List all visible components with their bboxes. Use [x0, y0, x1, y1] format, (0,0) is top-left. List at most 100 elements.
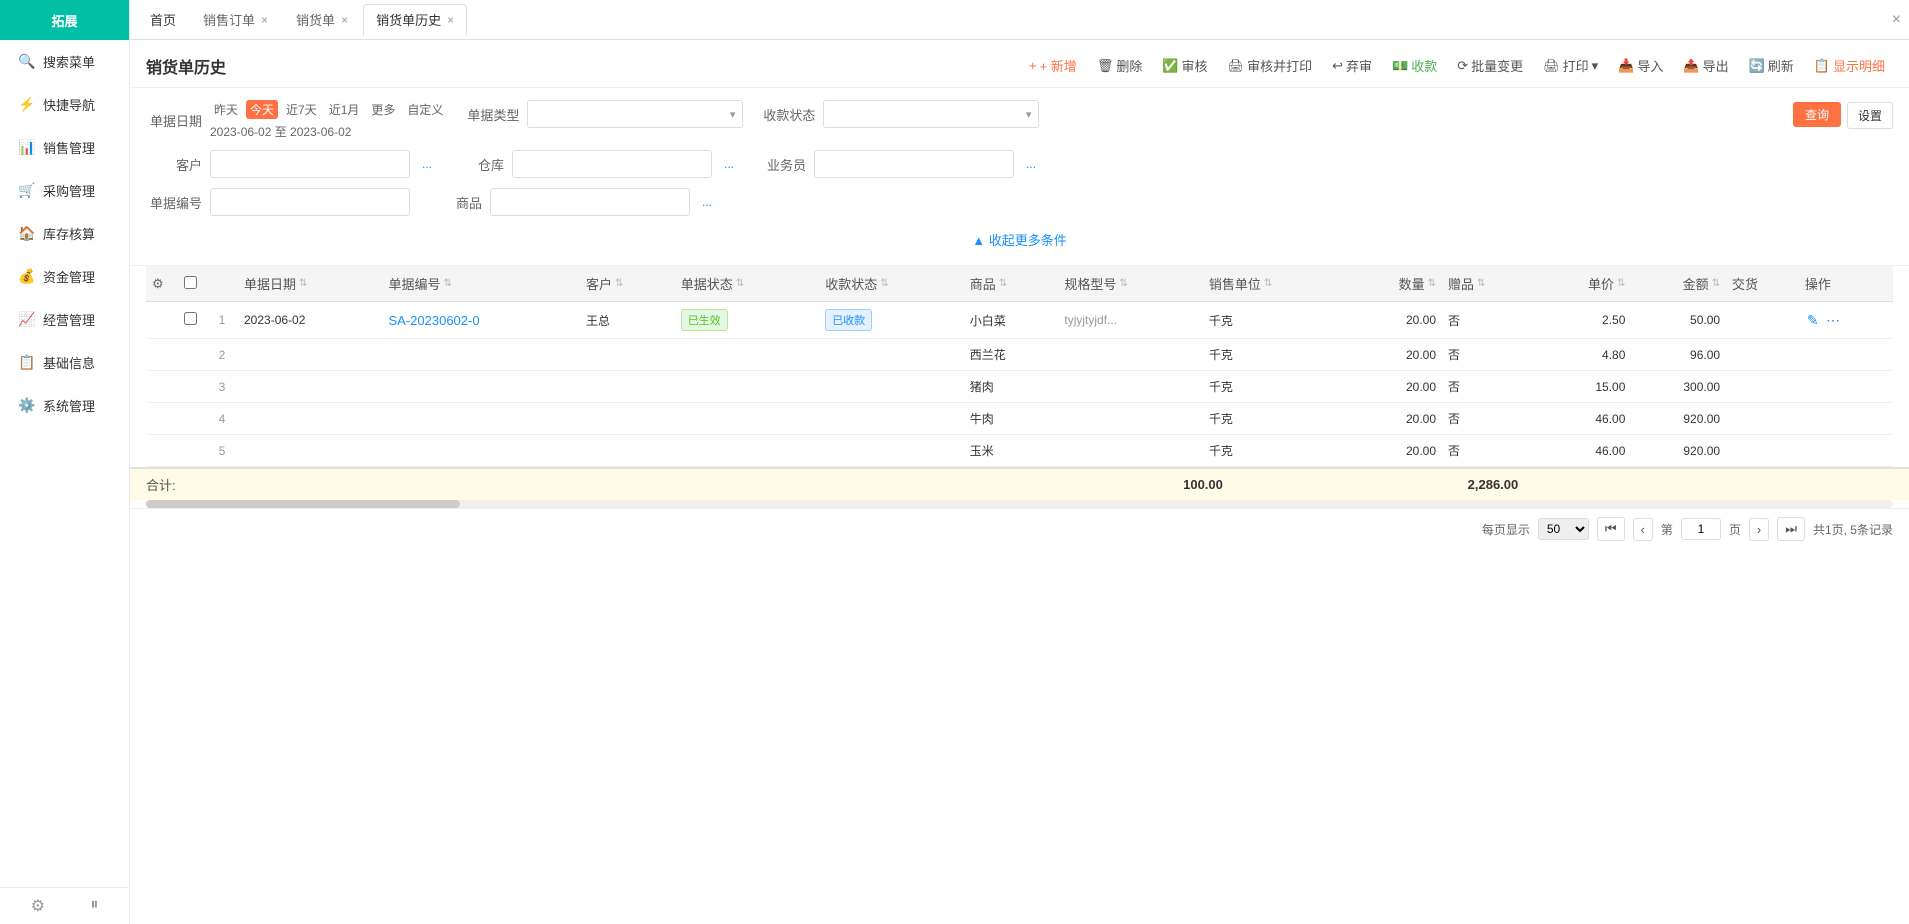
th-price[interactable]: 单价 ⇅ [1537, 266, 1632, 302]
th-gift[interactable]: 赠品 ⇅ [1442, 266, 1537, 302]
toolbar-abandon-btn[interactable]: ↩ 弃审 [1324, 52, 1380, 79]
toolbar-refresh-btn[interactable]: 🔄 刷新 [1741, 52, 1802, 79]
tab-home[interactable]: 首页 [138, 0, 188, 40]
sidebar-item-purchase-mgmt[interactable]: 🛒 采购管理 [0, 169, 129, 212]
tab-sales-goods[interactable]: 销货单 × [283, 4, 361, 36]
sidebar-item-search-menu[interactable]: 🔍 搜索菜单 [0, 40, 129, 83]
th-doc-status[interactable]: 单据状态 ⇅ [675, 266, 820, 302]
sort-gift-icon[interactable]: ⇅ [1477, 278, 1485, 289]
sort-customer-icon[interactable]: ⇅ [615, 278, 623, 289]
customer-input[interactable] [210, 150, 410, 178]
query-btn[interactable]: 查询 [1793, 102, 1841, 127]
date-tab-more[interactable]: 更多 [367, 100, 399, 119]
sidebar-item-sales-mgmt[interactable]: 📊 销售管理 [0, 126, 129, 169]
sort-pay-status-icon[interactable]: ⇅ [880, 278, 888, 289]
toolbar-audit-btn[interactable]: ✅ 审核 [1154, 52, 1215, 79]
sort-amount-icon[interactable]: ⇅ [1712, 278, 1720, 289]
tab-close-sales-order[interactable]: × [261, 13, 268, 27]
th-unit[interactable]: 销售单位 ⇅ [1203, 266, 1348, 302]
date-tab-yesterday[interactable]: 昨天 [210, 100, 242, 119]
sort-unit-icon[interactable]: ⇅ [1264, 278, 1272, 289]
row-checkbox[interactable] [184, 312, 197, 325]
sort-number-icon[interactable]: ⇅ [444, 278, 452, 289]
sidebar-settings-btn[interactable]: ⚙ [31, 896, 45, 916]
sort-price-icon[interactable]: ⇅ [1617, 278, 1625, 289]
next-page-btn[interactable]: › [1749, 518, 1769, 541]
toolbar-batch-change-btn[interactable]: ⟳ 批量变更 [1449, 52, 1531, 79]
doc-number-link[interactable]: SA-20230602-0 [389, 313, 480, 328]
tabs-close-all-btn[interactable]: × [1892, 11, 1901, 29]
sort-date-icon[interactable]: ⇅ [299, 278, 307, 289]
tab-close-sales-goods[interactable]: × [341, 13, 348, 27]
export-icon: 📤 [1683, 58, 1699, 74]
date-tab-7days[interactable]: 近7天 [282, 100, 321, 119]
doc-type-select[interactable] [527, 100, 743, 128]
cell-spec [1058, 435, 1203, 467]
cell-qty: 20.00 [1347, 403, 1442, 435]
page-number-input[interactable] [1681, 518, 1721, 540]
doc-number-input[interactable] [210, 188, 410, 216]
row-edit-btn[interactable]: ✎ [1807, 312, 1819, 328]
tab-close-sales-history[interactable]: × [447, 13, 454, 27]
sidebar-collapse-btn[interactable]: ⏸ [90, 896, 98, 916]
cell-date [238, 339, 383, 371]
prev-page-btn[interactable]: ‹ [1633, 518, 1653, 541]
settings-btn[interactable]: 设置 [1847, 102, 1893, 129]
sidebar-item-finance-mgmt[interactable]: 💰 资金管理 [0, 255, 129, 298]
collapse-filter-btn[interactable]: ▲ 收起更多条件 [146, 226, 1893, 253]
tab-sales-order[interactable]: 销售订单 × [190, 4, 281, 36]
cell-number [383, 403, 581, 435]
table-setting-icon[interactable]: ⚙ [152, 276, 164, 291]
last-page-btn[interactable]: ⏭ [1777, 517, 1805, 541]
toolbar-print-btn[interactable]: 🖨 打印 ▾ [1535, 52, 1606, 79]
th-customer[interactable]: 客户 ⇅ [580, 266, 675, 302]
select-all-checkbox[interactable] [184, 276, 197, 289]
first-page-btn[interactable]: ⏮ [1597, 517, 1625, 541]
goods-select-btn[interactable]: ... [702, 195, 712, 209]
staff-input[interactable] [814, 150, 1014, 178]
scroll-thumb[interactable] [146, 500, 460, 508]
sort-doc-status-icon[interactable]: ⇅ [736, 278, 744, 289]
cell-setting [146, 435, 178, 467]
per-page-select[interactable]: 50 20 100 [1538, 518, 1589, 540]
th-amount[interactable]: 金额 ⇅ [1631, 266, 1726, 302]
date-tab-today[interactable]: 今天 [246, 100, 278, 119]
th-qty[interactable]: 数量 ⇅ [1347, 266, 1442, 302]
th-goods[interactable]: 商品 ⇅ [964, 266, 1059, 302]
cell-goods: 猪肉 [964, 371, 1059, 403]
toolbar-export-btn[interactable]: 📤 导出 [1675, 52, 1736, 79]
th-number[interactable]: 单据编号 ⇅ [383, 266, 581, 302]
sort-spec-icon[interactable]: ⇅ [1119, 278, 1127, 289]
toolbar-import-btn[interactable]: 📥 导入 [1610, 52, 1671, 79]
sidebar-item-system-mgmt[interactable]: ⚙️ 系统管理 [0, 384, 129, 427]
th-pay-status[interactable]: 收款状态 ⇅ [819, 266, 964, 302]
cell-unit: 千克 [1203, 302, 1348, 339]
sort-goods-icon[interactable]: ⇅ [999, 278, 1007, 289]
sidebar-item-inventory[interactable]: 🏠 库存核算 [0, 212, 129, 255]
date-tab-custom[interactable]: 自定义 [403, 100, 447, 119]
customer-select-btn[interactable]: ... [422, 157, 432, 171]
new-icon: + [1029, 58, 1037, 73]
warehouse-select-btn[interactable]: ... [724, 157, 734, 171]
date-tab-1month[interactable]: 近1月 [325, 100, 364, 119]
cell-goods: 牛肉 [964, 403, 1059, 435]
staff-select-btn[interactable]: ... [1026, 157, 1036, 171]
th-date[interactable]: 单据日期 ⇅ [238, 266, 383, 302]
th-spec[interactable]: 规格型号 ⇅ [1058, 266, 1203, 302]
sidebar-item-ops-mgmt[interactable]: 📈 经营管理 [0, 298, 129, 341]
tab-sales-history[interactable]: 销货单历史 × [363, 4, 467, 36]
horizontal-scrollbar[interactable] [146, 500, 1893, 508]
toolbar-show-detail-btn[interactable]: 📋 显示明细 [1806, 52, 1893, 79]
toolbar-new-btn[interactable]: + + 新增 [1021, 52, 1085, 79]
warehouse-input[interactable] [512, 150, 712, 178]
pay-status-select[interactable] [823, 100, 1039, 128]
sidebar-item-quick-nav[interactable]: ⚡ 快捷导航 [0, 83, 129, 126]
sidebar-item-basic-info[interactable]: 📋 基础信息 [0, 341, 129, 384]
toolbar-audit-print-btn[interactable]: 🖨 审核并打印 [1220, 52, 1321, 79]
toolbar-collect-btn[interactable]: 💵 收款 [1384, 52, 1445, 79]
toolbar-delete-btn[interactable]: 🗑 删除 [1089, 52, 1151, 79]
sort-qty-icon[interactable]: ⇅ [1428, 278, 1436, 289]
filter-pay-status-label: 收款状态 [759, 105, 815, 124]
row-more-btn[interactable]: ⋯ [1826, 312, 1840, 328]
goods-input[interactable] [490, 188, 690, 216]
